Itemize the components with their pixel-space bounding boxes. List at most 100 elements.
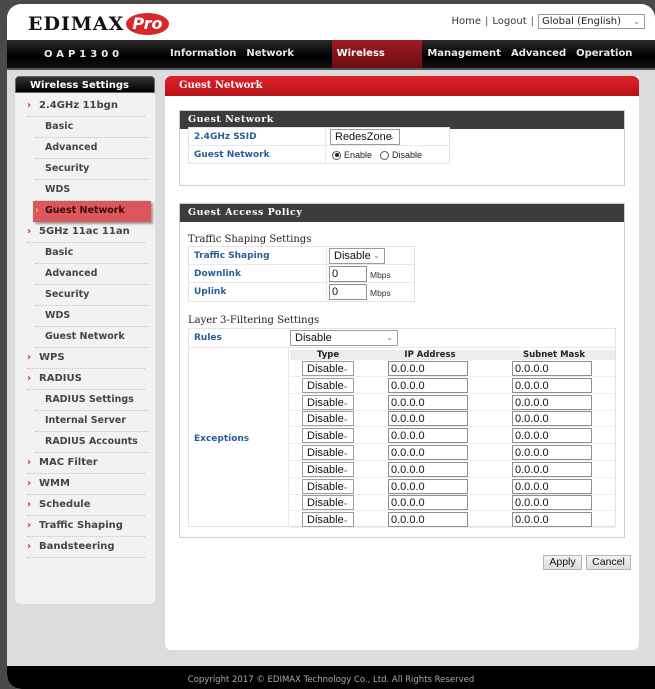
exception-type-select[interactable]: Disable ⌄ xyxy=(302,428,354,444)
traffic-shaping-select[interactable]: Disable ⌄ xyxy=(329,248,385,264)
exception-ip-input[interactable]: 0.0.0.0 xyxy=(388,445,468,460)
enable-radio[interactable]: Enable xyxy=(332,150,372,160)
ssid-row: 2.4GHz SSID RedesZone ⌄ xyxy=(189,128,449,146)
exceptions-label-cell: Exceptions xyxy=(189,348,289,526)
exception-type-select[interactable]: Disable ⌄ xyxy=(302,394,354,410)
uplink-label: Uplink xyxy=(194,287,227,297)
nav-menu: InformationNetwork SettingsWireless Sett… xyxy=(165,40,655,87)
chevron-right-icon: › xyxy=(27,100,32,111)
uplink-cell: 0 Mbps xyxy=(326,283,414,301)
exception-mask-input[interactable]: 0.0.0.0 xyxy=(512,411,592,427)
exception-row: Disable ⌄ 0.0.0.0 0.0.0.0 xyxy=(290,444,615,461)
sidebar-item-2-4ghz-11bgn[interactable]: › 2.4GHz 11bgn xyxy=(15,96,155,117)
guest-access-policy-panel: Guest Access Policy Traffic Shaping Sett… xyxy=(179,203,625,538)
exception-type-select[interactable]: Disable ⌄ xyxy=(302,461,354,477)
sidebar-item-label: Guest Network xyxy=(45,205,125,216)
cancel-button[interactable]: Cancel xyxy=(586,555,631,570)
exception-ip-input[interactable]: 0.0.0.0 xyxy=(388,512,468,528)
exception-ip-input[interactable]: 0.0.0.0 xyxy=(388,411,468,427)
header: EDIMAX Pro Home | Logout | Global (Engli… xyxy=(7,4,655,40)
chevron-down-icon: ⌄ xyxy=(342,515,349,525)
exception-type-select[interactable]: Disable ⌄ xyxy=(302,495,354,511)
sidebar-item-traffic-shaping[interactable]: › Traffic Shaping xyxy=(15,516,155,537)
nav-item-wireless-settings[interactable]: Wireless Settings xyxy=(331,40,423,87)
sidebar-item-wps[interactable]: › WPS xyxy=(15,348,155,369)
exception-type-select[interactable]: Disable ⌄ xyxy=(302,445,354,460)
sidebar-item-label: 2.4GHz 11bgn xyxy=(39,100,118,111)
sidebar-item-bandsteering[interactable]: › Bandsteering xyxy=(15,537,155,558)
nav-item-information[interactable]: Information xyxy=(165,40,241,68)
uplink-input[interactable]: 0 xyxy=(329,284,367,300)
sidebar-item-radius[interactable]: › RADIUS xyxy=(15,369,155,390)
exceptions-header: Type IP Address Subnet Mask xyxy=(290,350,615,360)
apply-button[interactable]: Apply xyxy=(543,555,582,570)
nav-item-management[interactable]: Management xyxy=(422,40,506,68)
ssid-select[interactable]: RedesZone ⌄ xyxy=(330,129,400,145)
disable-radio[interactable]: Disable xyxy=(380,150,422,160)
sidebar-item-radius-settings[interactable]: RADIUS Settings xyxy=(15,390,155,411)
traffic-shaping-form: Traffic Shaping Disable ⌄ Downlink 0 Mbp… xyxy=(188,246,415,302)
chevron-right-icon: › xyxy=(27,226,32,237)
exception-mask-input[interactable]: 0.0.0.0 xyxy=(512,361,592,376)
sidebar-item-security[interactable]: Security xyxy=(15,285,155,306)
sidebar-item-guest-network[interactable]: › Guest Network xyxy=(33,201,151,222)
exception-type-select[interactable]: Disable ⌄ xyxy=(302,377,354,393)
sidebar-item-schedule[interactable]: › Schedule xyxy=(15,495,155,516)
exception-type-select[interactable]: Disable ⌄ xyxy=(302,478,354,494)
logo-pro-badge: Pro xyxy=(126,13,169,35)
exception-ip-input[interactable]: 0.0.0.0 xyxy=(388,495,468,511)
downlink-label: Downlink xyxy=(194,269,241,279)
exception-mask-input[interactable]: 0.0.0.0 xyxy=(512,461,592,477)
exception-ip-input[interactable]: 0.0.0.0 xyxy=(388,478,468,494)
separator: | xyxy=(485,16,489,27)
exception-ip-input[interactable]: 0.0.0.0 xyxy=(388,461,468,477)
guest-network-cell: Enable Disable xyxy=(325,146,449,164)
rules-select[interactable]: Disable ⌄ xyxy=(290,330,398,346)
exception-ip-input[interactable]: 0.0.0.0 xyxy=(388,428,468,444)
downlink-input[interactable]: 0 xyxy=(329,266,367,282)
exception-type-value: Disable xyxy=(307,514,344,527)
logout-link[interactable]: Logout xyxy=(492,16,526,27)
exception-mask-input[interactable]: 0.0.0.0 xyxy=(512,377,592,393)
sidebar-item-security[interactable]: Security xyxy=(15,159,155,180)
exception-mask-input[interactable]: 0.0.0.0 xyxy=(512,394,592,410)
home-link[interactable]: Home xyxy=(451,16,481,27)
exception-ip-input[interactable]: 0.0.0.0 xyxy=(388,361,468,376)
sidebar-item-mac-filter[interactable]: › MAC Filter xyxy=(15,453,155,474)
sidebar-item-5ghz-11ac-11an[interactable]: › 5GHz 11ac 11an xyxy=(15,222,155,243)
exception-type-select[interactable]: Disable ⌄ xyxy=(302,512,354,528)
exception-type-value: Disable xyxy=(307,413,344,426)
exception-mask-input[interactable]: 0.0.0.0 xyxy=(512,428,592,444)
nav-item-operation-mode[interactable]: Operation Mode xyxy=(571,40,655,87)
exception-type-select[interactable]: Disable ⌄ xyxy=(302,361,354,376)
exceptions-label: Exceptions xyxy=(194,434,250,444)
exception-mask-input[interactable]: 0.0.0.0 xyxy=(512,512,592,528)
sidebar-item-label: RADIUS Accounts xyxy=(45,436,138,447)
exception-row: Disable ⌄ 0.0.0.0 0.0.0.0 xyxy=(290,394,615,411)
exception-ip-input[interactable]: 0.0.0.0 xyxy=(388,377,468,393)
exception-mask-input[interactable]: 0.0.0.0 xyxy=(512,495,592,511)
sidebar-item-wds[interactable]: WDS xyxy=(15,306,155,327)
logo-wordmark: EDIMAX xyxy=(28,13,125,35)
sidebar-item-basic[interactable]: Basic xyxy=(15,243,155,264)
sidebar-item-internal-server[interactable]: Internal Server xyxy=(15,411,155,432)
sidebar-item-basic[interactable]: Basic xyxy=(15,117,155,138)
sidebar-item-label: Advanced xyxy=(45,142,98,153)
sidebar-item-advanced[interactable]: Advanced xyxy=(15,264,155,285)
traffic-shaping-label: Traffic Shaping xyxy=(194,251,270,261)
language-select[interactable]: Global (English) ⌄ xyxy=(538,14,645,29)
exception-row: Disable ⌄ 0.0.0.0 0.0.0.0 xyxy=(290,410,615,428)
sidebar-item-wmm[interactable]: › WMM xyxy=(15,474,155,495)
panel-heading: Guest Access Policy xyxy=(180,204,624,222)
exception-mask-input[interactable]: 0.0.0.0 xyxy=(512,478,592,494)
sidebar-item-radius-accounts[interactable]: RADIUS Accounts xyxy=(15,432,155,453)
exception-ip-input[interactable]: 0.0.0.0 xyxy=(388,394,468,410)
exception-mask-input[interactable]: 0.0.0.0 xyxy=(512,445,592,460)
nav-item-network-settings[interactable]: Network Settings xyxy=(241,40,331,87)
sidebar-item-advanced[interactable]: Advanced xyxy=(15,138,155,159)
sidebar-item-guest-network[interactable]: Guest Network xyxy=(15,327,155,348)
exception-type-select[interactable]: Disable ⌄ xyxy=(302,411,354,427)
sidebar-item-wds[interactable]: WDS xyxy=(15,180,155,201)
exception-row: Disable ⌄ 0.0.0.0 0.0.0.0 xyxy=(290,494,615,512)
nav-item-advanced[interactable]: Advanced xyxy=(506,40,571,68)
